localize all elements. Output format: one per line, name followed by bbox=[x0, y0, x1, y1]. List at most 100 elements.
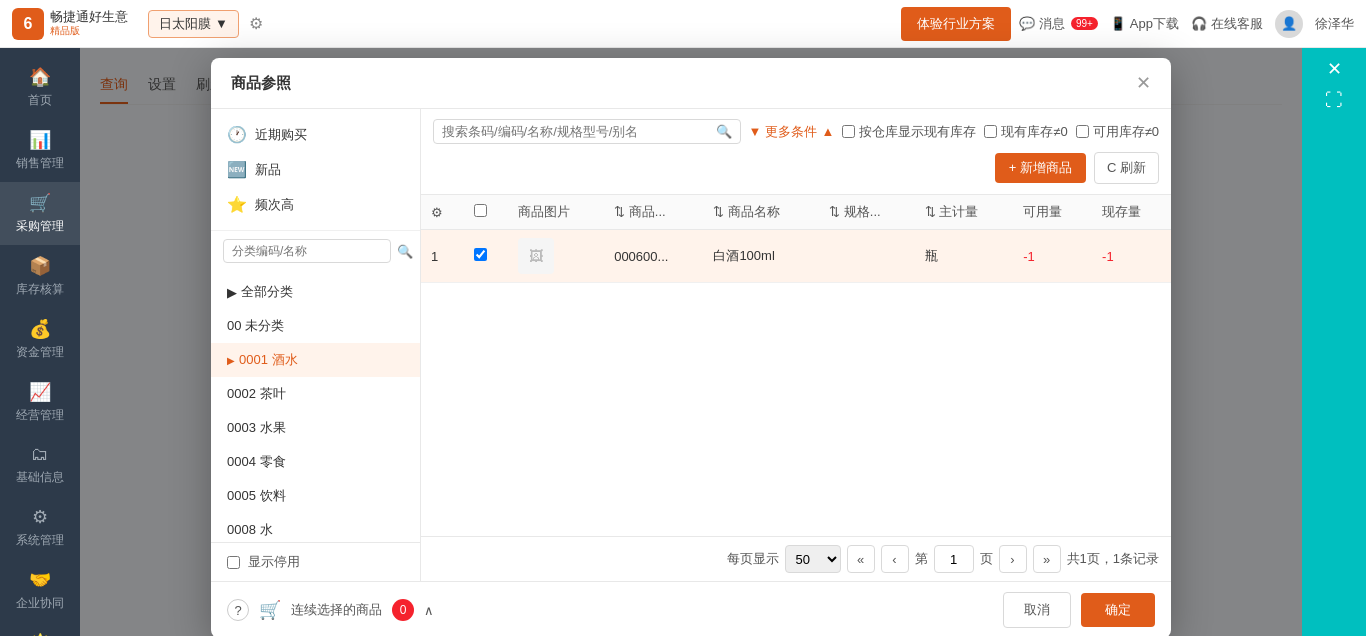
sidebar-label-enterprise: 企业协同 bbox=[16, 595, 64, 612]
quick-link-new[interactable]: 🆕 新品 bbox=[211, 152, 420, 187]
cart-icon[interactable]: 🛒 bbox=[259, 599, 281, 621]
category-3[interactable]: 0003 水果 bbox=[211, 411, 420, 445]
category-0[interactable]: 00 未分类 bbox=[211, 309, 420, 343]
sort-icon: ⇅ bbox=[614, 204, 625, 219]
col-unit[interactable]: ⇅ 主计量 bbox=[915, 195, 1013, 230]
page-input[interactable] bbox=[934, 545, 974, 573]
category-2-label: 0002 茶叶 bbox=[227, 385, 286, 403]
checkbox-warehouse-label[interactable]: 按仓库显示现有库存 bbox=[842, 123, 976, 141]
operations-icon: 📈 bbox=[29, 381, 51, 403]
quick-link-recent[interactable]: 🕐 近期购买 bbox=[211, 117, 420, 152]
category-5[interactable]: 0005 饮料 bbox=[211, 479, 420, 513]
gear-icon[interactable]: ⚙ bbox=[249, 14, 263, 33]
sidebar-item-guide[interactable]: 🌟 新手引导 bbox=[0, 622, 80, 636]
first-page-button[interactable]: « bbox=[847, 545, 875, 573]
col-settings[interactable]: ⚙ bbox=[421, 195, 464, 230]
filter-label: 更多条件 bbox=[765, 123, 817, 141]
sidebar-item-operations[interactable]: 📈 经营管理 bbox=[0, 371, 80, 434]
sidebar-item-enterprise[interactable]: 🤝 企业协同 bbox=[0, 559, 80, 622]
select-all-checkbox[interactable] bbox=[474, 204, 487, 217]
sidebar-item-system[interactable]: ⚙ 系统管理 bbox=[0, 496, 80, 559]
col-spec[interactable]: ⇅ 规格... bbox=[819, 195, 915, 230]
category-2[interactable]: 0002 茶叶 bbox=[211, 377, 420, 411]
product-search-input[interactable] bbox=[442, 124, 712, 139]
filter-button[interactable]: ▼ 更多条件 ▲ bbox=[749, 123, 835, 141]
cancel-button[interactable]: 取消 bbox=[1003, 592, 1071, 628]
checkbox-warehouse[interactable] bbox=[842, 125, 855, 138]
show-disabled-checkbox[interactable] bbox=[227, 556, 240, 569]
category-1[interactable]: ▶ 0001 酒水 bbox=[211, 343, 420, 377]
sidebar-label-finance: 资金管理 bbox=[16, 344, 64, 361]
sidebar-item-inventory[interactable]: 📦 库存核算 bbox=[0, 245, 80, 308]
store-selector[interactable]: 日太阳膜 ▼ bbox=[148, 10, 239, 38]
avatar[interactable]: 👤 bbox=[1275, 10, 1303, 38]
help-icon[interactable]: ? bbox=[227, 599, 249, 621]
product-reference-modal: 商品参照 ✕ 🕐 近期购买 🆕 bbox=[211, 58, 1171, 636]
modal-body: 🕐 近期购买 🆕 新品 ⭐ 频次高 bbox=[211, 109, 1171, 581]
row-image: 🖼 bbox=[508, 230, 604, 283]
quick-link-frequent[interactable]: ⭐ 频次高 bbox=[211, 187, 420, 222]
product-image: 🖼 bbox=[518, 238, 554, 274]
sidebar-item-home[interactable]: 🏠 首页 bbox=[0, 56, 80, 119]
sidebar-item-sales[interactable]: 📊 销售管理 bbox=[0, 119, 80, 182]
right-panel: ✕ ⛶ bbox=[1302, 48, 1366, 636]
refresh-button[interactable]: C 刷新 bbox=[1094, 152, 1159, 184]
sidebar-item-purchase[interactable]: 🛒 采购管理 bbox=[0, 182, 80, 245]
category-3-label: 0003 水果 bbox=[227, 419, 286, 437]
search-icon[interactable]: 🔍 bbox=[716, 124, 732, 139]
modal-close-button[interactable]: ✕ bbox=[1136, 72, 1151, 94]
confirm-button[interactable]: 确定 bbox=[1081, 593, 1155, 627]
right-close-icon[interactable]: ✕ bbox=[1327, 58, 1342, 80]
messages-button[interactable]: 💬 消息 99+ bbox=[1019, 15, 1098, 33]
row-index: 1 bbox=[421, 230, 464, 283]
cta-button[interactable]: 体验行业方案 bbox=[901, 7, 1011, 41]
category-6[interactable]: 0008 水 bbox=[211, 513, 420, 542]
checkbox-stock[interactable] bbox=[984, 125, 997, 138]
sidebar-item-finance[interactable]: 💰 资金管理 bbox=[0, 308, 80, 371]
show-disabled-area: 显示停用 bbox=[211, 542, 420, 581]
checkbox-stock-label[interactable]: 现有库存≠0 bbox=[984, 123, 1067, 141]
col-name[interactable]: ⇅ 商品名称 bbox=[703, 195, 819, 230]
content-area: 查询 设置 刷新 商品参照 ✕ bbox=[80, 48, 1302, 636]
logo-area: 6 畅捷通好生意 精品版 bbox=[12, 8, 132, 40]
quick-link-recent-label: 近期购买 bbox=[255, 126, 307, 144]
sidebar-item-basic[interactable]: 🗂 基础信息 bbox=[0, 434, 80, 496]
collapse-icon[interactable]: ∧ bbox=[424, 603, 434, 618]
table-row[interactable]: 1 🖼 000600... 白酒100ml 瓶 -1 -1 bbox=[421, 230, 1171, 283]
checkbox-available[interactable] bbox=[1076, 125, 1089, 138]
add-product-button[interactable]: + 新增商品 bbox=[995, 153, 1086, 183]
category-all[interactable]: ▶ 全部分类 bbox=[211, 275, 420, 309]
modal-footer: ? 🛒 连续选择的商品 0 ∧ 取消 确定 bbox=[211, 581, 1171, 636]
category-search-input[interactable] bbox=[223, 239, 391, 263]
right-expand-icon[interactable]: ⛶ bbox=[1325, 90, 1343, 111]
col-available[interactable]: 可用量 bbox=[1013, 195, 1092, 230]
finance-icon: 💰 bbox=[29, 318, 51, 340]
category-search: 🔍 bbox=[211, 231, 420, 271]
row-checkbox[interactable] bbox=[464, 230, 508, 283]
home-icon: 🏠 bbox=[29, 66, 51, 88]
per-page-label: 每页显示 bbox=[727, 550, 779, 568]
headset-icon: 🎧 bbox=[1191, 16, 1207, 31]
next-page-button[interactable]: › bbox=[999, 545, 1027, 573]
col-code[interactable]: ⇅ 商品... bbox=[604, 195, 703, 230]
sort-icon-name: ⇅ bbox=[713, 204, 724, 219]
sales-icon: 📊 bbox=[29, 129, 51, 151]
row-stock: -1 bbox=[1092, 230, 1171, 283]
category-search-icon[interactable]: 🔍 bbox=[397, 244, 413, 259]
quick-link-new-label: 新品 bbox=[255, 161, 281, 179]
topbar: 6 畅捷通好生意 精品版 日太阳膜 ▼ ⚙ 体验行业方案 💬 消息 99+ 📱 … bbox=[0, 0, 1366, 48]
per-page-select[interactable]: 50 10 20 100 bbox=[785, 545, 841, 573]
col-stock[interactable]: 现存量 bbox=[1092, 195, 1171, 230]
filter-icon: ▼ bbox=[749, 124, 762, 139]
quick-link-frequent-label: 频次高 bbox=[255, 196, 294, 214]
sidebar-label-purchase: 采购管理 bbox=[16, 218, 64, 235]
prev-page-button[interactable]: ‹ bbox=[881, 545, 909, 573]
service-button[interactable]: 🎧 在线客服 bbox=[1191, 15, 1263, 33]
enterprise-icon: 🤝 bbox=[29, 569, 51, 591]
last-page-button[interactable]: » bbox=[1033, 545, 1061, 573]
product-panel: 🔍 ▼ 更多条件 ▲ 按仓库显示现有库存 bbox=[421, 109, 1171, 581]
app-download-button[interactable]: 📱 App下载 bbox=[1110, 15, 1179, 33]
checkbox-available-label[interactable]: 可用库存≠0 bbox=[1076, 123, 1159, 141]
category-4[interactable]: 0004 零食 bbox=[211, 445, 420, 479]
product-table: ⚙ 商品图片 ⇅ 商品... bbox=[421, 195, 1171, 283]
